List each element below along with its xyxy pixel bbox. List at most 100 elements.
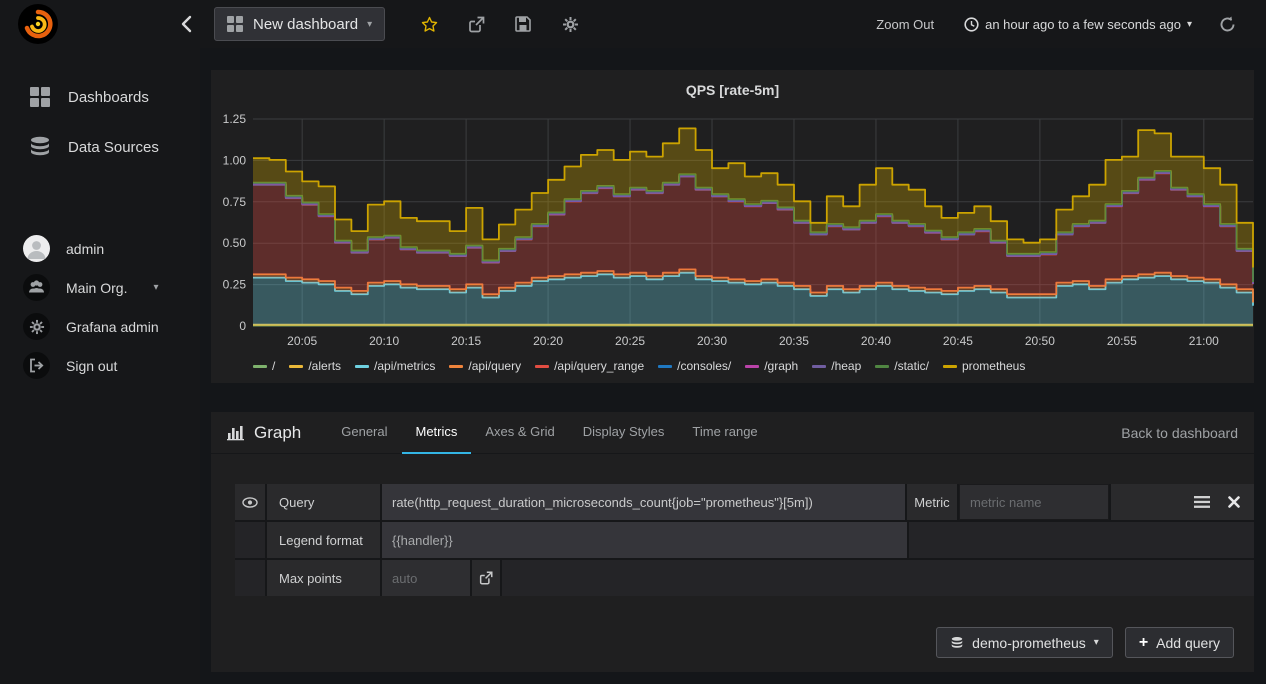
add-query-button[interactable]: + Add query <box>1125 627 1234 658</box>
metric-label: Metric <box>907 484 957 520</box>
grafana-logo-icon[interactable] <box>18 4 58 44</box>
query-label: Query <box>267 484 380 520</box>
tab-display-styles[interactable]: Display Styles <box>569 412 679 454</box>
tab-axes-grid[interactable]: Axes & Grid <box>471 412 568 454</box>
query-input[interactable] <box>382 484 905 520</box>
max-points-row: Max points <box>235 560 1254 596</box>
svg-text:0.25: 0.25 <box>223 278 247 292</box>
legend-series-swatch <box>943 365 957 368</box>
grid-icon <box>227 16 244 33</box>
legend-item[interactable]: /graph <box>745 359 798 373</box>
tab-time-range[interactable]: Time range <box>678 412 771 454</box>
legend-item[interactable]: /consoles/ <box>658 359 731 373</box>
metric-name-input[interactable] <box>960 485 1108 519</box>
legend-item[interactable]: /api/query_range <box>535 359 644 373</box>
shift-interval-button[interactable] <box>472 560 500 596</box>
svg-text:20:30: 20:30 <box>697 334 727 348</box>
grafana-app: New dashboard ▾ <box>0 0 1266 684</box>
share-icon[interactable] <box>467 15 485 33</box>
datasource-selector-button[interactable]: demo-prometheus ▾ <box>936 627 1113 658</box>
legend-item[interactable]: /static/ <box>875 359 929 373</box>
legend-series-label: /api/query_range <box>554 359 644 373</box>
sidebar-item-org-switcher[interactable]: Main Org. ▾ <box>0 268 200 307</box>
legend-series-label: /graph <box>764 359 798 373</box>
grafana-admin-label: Grafana admin <box>66 319 159 335</box>
sign-out-label: Sign out <box>66 358 117 374</box>
svg-text:20:20: 20:20 <box>533 334 563 348</box>
legend-format-input[interactable] <box>382 522 907 558</box>
legend-item[interactable]: /api/query <box>449 359 521 373</box>
collapse-sidebar-chevron-icon[interactable] <box>180 15 192 33</box>
max-points-label: Max points <box>267 560 380 596</box>
legend-series-swatch <box>745 365 759 368</box>
svg-text:20:50: 20:50 <box>1025 334 1055 348</box>
save-icon[interactable] <box>514 15 532 33</box>
editor-title: Graph <box>254 423 301 443</box>
graph-legend: / /alerts/api/metrics/api/query/api/query… <box>253 359 1025 373</box>
chevron-down-icon: ▾ <box>153 282 158 293</box>
back-to-dashboard-link[interactable]: Back to dashboard <box>1121 425 1238 441</box>
chevron-down-icon: ▾ <box>1094 637 1099 648</box>
datasource-name: demo-prometheus <box>972 635 1086 651</box>
clock-icon <box>964 17 979 32</box>
dashboard-content: QPS [rate-5m] 00.250.500.751.001.2520:05… <box>200 48 1266 684</box>
toggle-query-visibility-button[interactable] <box>235 484 265 520</box>
grid-icon <box>28 85 52 109</box>
top-navbar: New dashboard ▾ <box>0 0 1266 48</box>
refresh-icon[interactable] <box>1218 15 1236 33</box>
sidebar-item-dashboards[interactable]: Dashboards <box>0 72 200 122</box>
gear-icon[interactable] <box>561 15 579 33</box>
chevron-down-icon: ▾ <box>367 19 372 30</box>
query-input-cell[interactable] <box>382 484 905 520</box>
tab-general[interactable]: General <box>327 412 401 454</box>
legend-series-swatch <box>449 365 463 368</box>
panel-title[interactable]: QPS [rate-5m] <box>211 70 1254 100</box>
dashboard-title-dropdown[interactable]: New dashboard ▾ <box>214 7 385 41</box>
graph-canvas[interactable]: 00.250.500.751.001.2520:0520:1020:1520:2… <box>211 100 1254 360</box>
legend-format-label: Legend format <box>267 522 380 558</box>
query-menu-icon[interactable] <box>1194 496 1210 508</box>
empty-cell <box>235 560 265 596</box>
legend-item[interactable]: /heap <box>812 359 861 373</box>
svg-text:20:15: 20:15 <box>451 334 481 348</box>
graph-editor-panel: Graph GeneralMetricsAxes & GridDisplay S… <box>211 412 1254 672</box>
sidebar-item-sign-out[interactable]: Sign out <box>0 346 200 385</box>
svg-text:20:10: 20:10 <box>369 334 399 348</box>
legend-item[interactable]: /alerts <box>289 359 341 373</box>
sidebar: Dashboards Data Sources admin Main Or <box>0 48 200 684</box>
bar-chart-icon <box>227 424 244 441</box>
editor-tabs: GeneralMetricsAxes & GridDisplay StylesT… <box>327 412 771 454</box>
query-editor-table: Query Metric <box>235 484 1254 596</box>
zoom-out-button[interactable]: Zoom Out <box>876 17 934 32</box>
legend-format-row: Legend format <box>235 522 1254 558</box>
org-name: Main Org. <box>66 280 127 296</box>
svg-text:20:35: 20:35 <box>779 334 809 348</box>
legend-series-swatch <box>253 365 267 368</box>
svg-text:1.00: 1.00 <box>223 153 247 167</box>
legend-series-swatch <box>658 365 672 368</box>
max-points-input-cell[interactable] <box>382 560 470 596</box>
metric-input-cell[interactable] <box>959 484 1109 520</box>
legend-item[interactable]: /api/metrics <box>355 359 435 373</box>
time-range-label: an hour ago to a few seconds ago <box>985 17 1181 32</box>
sidebar-item-grafana-admin[interactable]: Grafana admin <box>0 307 200 346</box>
star-icon[interactable] <box>420 15 438 33</box>
grafana-flame-icon <box>23 9 53 39</box>
legend-series-label: /heap <box>831 359 861 373</box>
legend-format-input-cell[interactable] <box>382 522 907 558</box>
svg-text:20:40: 20:40 <box>861 334 891 348</box>
time-range-picker[interactable]: an hour ago to a few seconds ago ▾ <box>964 17 1192 32</box>
legend-item[interactable]: / <box>253 359 275 373</box>
remove-query-icon[interactable] <box>1228 496 1240 508</box>
legend-series-label: /api/query <box>468 359 521 373</box>
legend-item[interactable]: prometheus <box>943 359 1025 373</box>
legend-series-swatch <box>355 365 369 368</box>
tab-metrics[interactable]: Metrics <box>402 412 472 454</box>
svg-text:20:25: 20:25 <box>615 334 645 348</box>
avatar <box>23 235 50 262</box>
sidebar-item-profile[interactable]: admin <box>0 229 200 268</box>
metrics-tab-content: Query Metric <box>211 454 1254 671</box>
editor-panel-type: Graph <box>227 423 301 443</box>
max-points-input[interactable] <box>382 560 470 596</box>
sidebar-item-data-sources[interactable]: Data Sources <box>0 122 200 172</box>
